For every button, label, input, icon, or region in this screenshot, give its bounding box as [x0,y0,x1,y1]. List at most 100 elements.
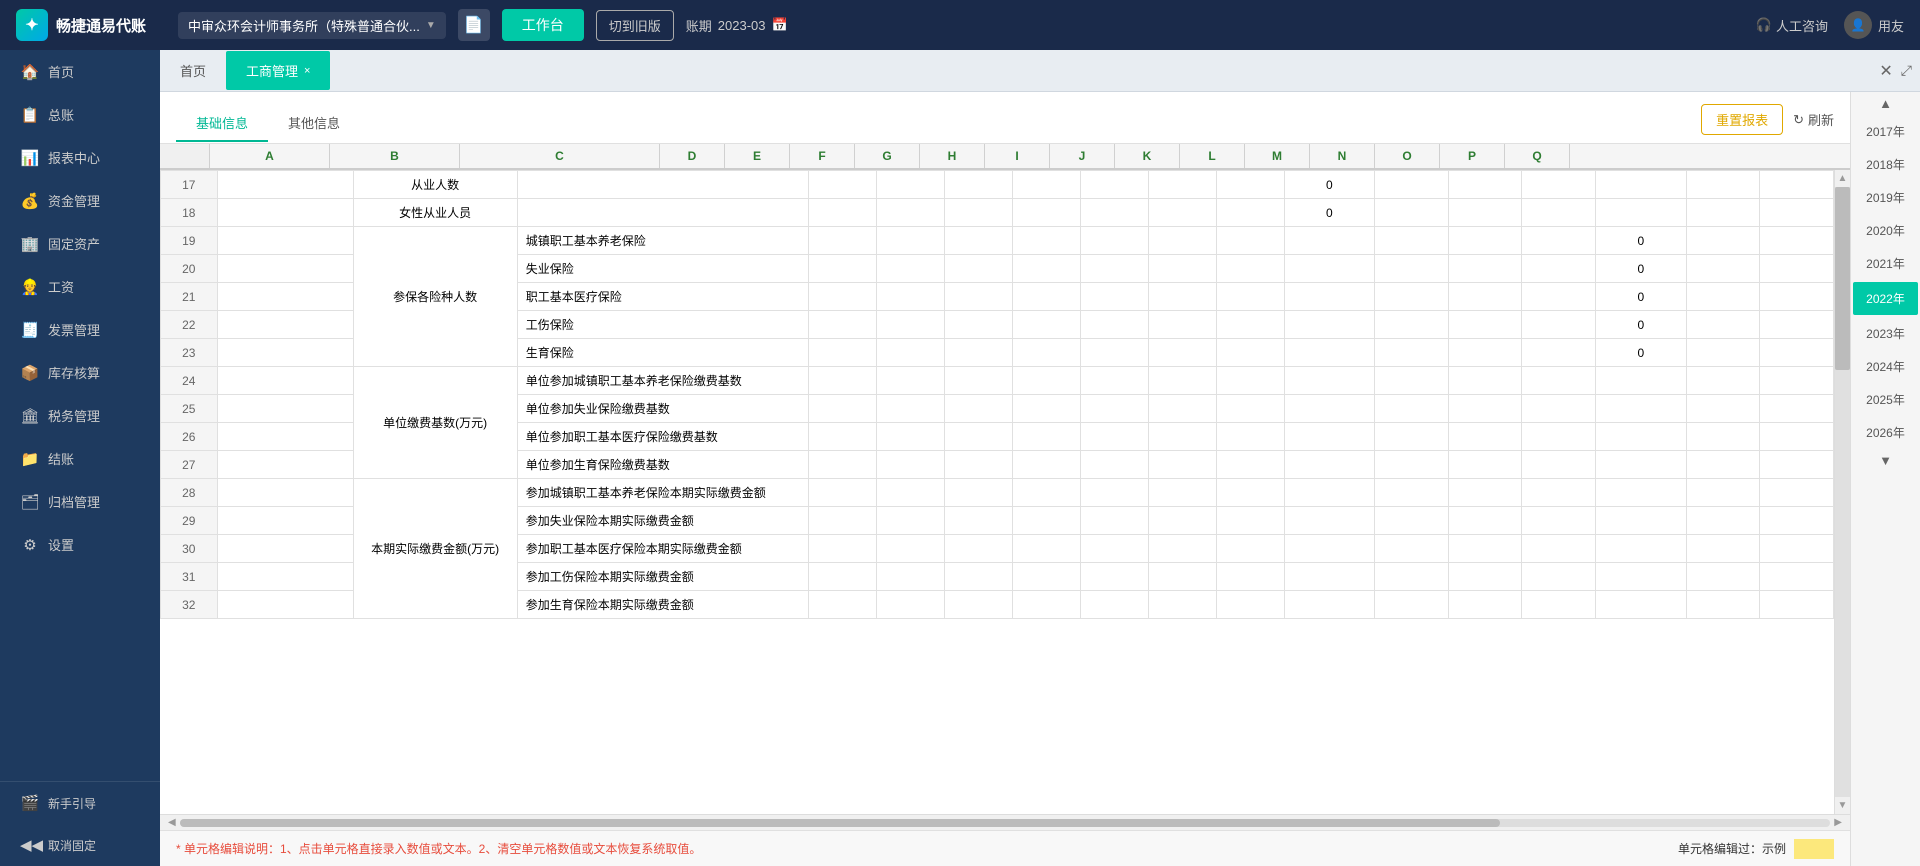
year-item-2023[interactable]: 2023年 [1851,317,1920,350]
h-scroll-right[interactable]: ▶ [1830,817,1846,828]
cell-n-19[interactable] [1522,227,1596,255]
cell-g-28[interactable] [1012,479,1080,507]
cell-e-29[interactable] [876,507,944,535]
cell-i-29[interactable] [1148,507,1216,535]
cell-a-29[interactable] [217,507,353,535]
expand-icon[interactable]: ⤢ [1901,62,1912,79]
sidebar-item-资金管理[interactable]: 💰资金管理 [0,179,160,222]
cell-i-25[interactable] [1148,395,1216,423]
close-panel-icon[interactable]: ✕ [1879,61,1892,81]
cell-f-23[interactable] [944,339,1012,367]
year-item-2020[interactable]: 2020年 [1851,214,1920,247]
cell-l-24[interactable] [1375,367,1449,395]
cell-k-30[interactable] [1284,535,1375,563]
cell-o-30[interactable] [1596,535,1687,563]
sidebar-item-发票管理[interactable]: 🧾发票管理 [0,308,160,351]
cell-p-23[interactable] [1686,339,1760,367]
cell-h-32[interactable] [1080,591,1148,619]
cell-b-28[interactable]: 本期实际缴费金额(万元) [353,479,517,619]
cell-m-31[interactable] [1448,563,1522,591]
cell-a-25[interactable] [217,395,353,423]
cell-l-21[interactable] [1375,283,1449,311]
cell-e-17[interactable] [876,171,944,199]
cell-f-30[interactable] [944,535,1012,563]
cell-g-17[interactable] [1012,171,1080,199]
cell-n-31[interactable] [1522,563,1596,591]
cell-f-25[interactable] [944,395,1012,423]
cell-c-24[interactable]: 单位参加城镇职工基本养老保险缴费基数 [517,367,808,395]
cell-p-29[interactable] [1686,507,1760,535]
year-item-2021[interactable]: 2021年 [1851,247,1920,280]
table-row[interactable]: 17从业人数0 [161,171,1834,199]
cell-d-27[interactable] [808,451,876,479]
cell-i-30[interactable] [1148,535,1216,563]
cell-l-19[interactable] [1375,227,1449,255]
cell-d-31[interactable] [808,563,876,591]
cell-g-24[interactable] [1012,367,1080,395]
cell-o-23[interactable]: 0 [1596,339,1687,367]
cell-d-18[interactable] [808,199,876,227]
cell-f-27[interactable] [944,451,1012,479]
cell-j-24[interactable] [1216,367,1284,395]
cell-a-30[interactable] [217,535,353,563]
year-nav-down[interactable]: ▼ [1851,449,1920,472]
cell-n-28[interactable] [1522,479,1596,507]
sub-tab-basic[interactable]: 基础信息 [176,105,268,142]
tab-home[interactable]: 首页 [160,51,226,90]
cell-m-26[interactable] [1448,423,1522,451]
cell-n-18[interactable] [1522,199,1596,227]
cell-f-19[interactable] [944,227,1012,255]
cell-g-21[interactable] [1012,283,1080,311]
cell-g-26[interactable] [1012,423,1080,451]
cell-e-23[interactable] [876,339,944,367]
cell-m-27[interactable] [1448,451,1522,479]
cell-l-27[interactable] [1375,451,1449,479]
scroll-thumb[interactable] [1835,187,1850,370]
cell-c-32[interactable]: 参加生育保险本期实际缴费金额 [517,591,808,619]
cell-g-32[interactable] [1012,591,1080,619]
cell-o-31[interactable] [1596,563,1687,591]
cell-c-30[interactable]: 参加职工基本医疗保险本期实际缴费金额 [517,535,808,563]
cell-n-23[interactable] [1522,339,1596,367]
cell-f-28[interactable] [944,479,1012,507]
cell-q-31[interactable] [1760,563,1834,591]
cell-c-29[interactable]: 参加失业保险本期实际缴费金额 [517,507,808,535]
cell-d-25[interactable] [808,395,876,423]
cell-m-24[interactable] [1448,367,1522,395]
cell-m-22[interactable] [1448,311,1522,339]
cell-q-27[interactable] [1760,451,1834,479]
year-nav-up[interactable]: ▲ [1851,92,1920,115]
cell-i-22[interactable] [1148,311,1216,339]
cell-c-20[interactable]: 失业保险 [517,255,808,283]
cell-h-22[interactable] [1080,311,1148,339]
workbench-button[interactable]: 工作台 [502,9,584,41]
cell-c-26[interactable]: 单位参加职工基本医疗保险缴费基数 [517,423,808,451]
cell-j-22[interactable] [1216,311,1284,339]
cell-i-20[interactable] [1148,255,1216,283]
cell-i-28[interactable] [1148,479,1216,507]
cell-n-21[interactable] [1522,283,1596,311]
cell-d-24[interactable] [808,367,876,395]
cell-l-23[interactable] [1375,339,1449,367]
cell-c-21[interactable]: 职工基本医疗保险 [517,283,808,311]
cell-o-22[interactable]: 0 [1596,311,1687,339]
cell-i-23[interactable] [1148,339,1216,367]
cell-j-32[interactable] [1216,591,1284,619]
cell-q-24[interactable] [1760,367,1834,395]
cell-j-23[interactable] [1216,339,1284,367]
cell-j-31[interactable] [1216,563,1284,591]
cell-a-27[interactable] [217,451,353,479]
cell-n-29[interactable] [1522,507,1596,535]
table-row[interactable]: 24单位缴费基数(万元)单位参加城镇职工基本养老保险缴费基数 [161,367,1834,395]
cell-h-27[interactable] [1080,451,1148,479]
cell-q-18[interactable] [1760,199,1834,227]
cell-i-26[interactable] [1148,423,1216,451]
cell-j-17[interactable] [1216,171,1284,199]
cell-q-19[interactable] [1760,227,1834,255]
scroll-up-button[interactable]: ▲ [1835,170,1850,187]
cell-q-26[interactable] [1760,423,1834,451]
cell-h-30[interactable] [1080,535,1148,563]
cell-f-31[interactable] [944,563,1012,591]
cell-j-25[interactable] [1216,395,1284,423]
cell-o-32[interactable] [1596,591,1687,619]
